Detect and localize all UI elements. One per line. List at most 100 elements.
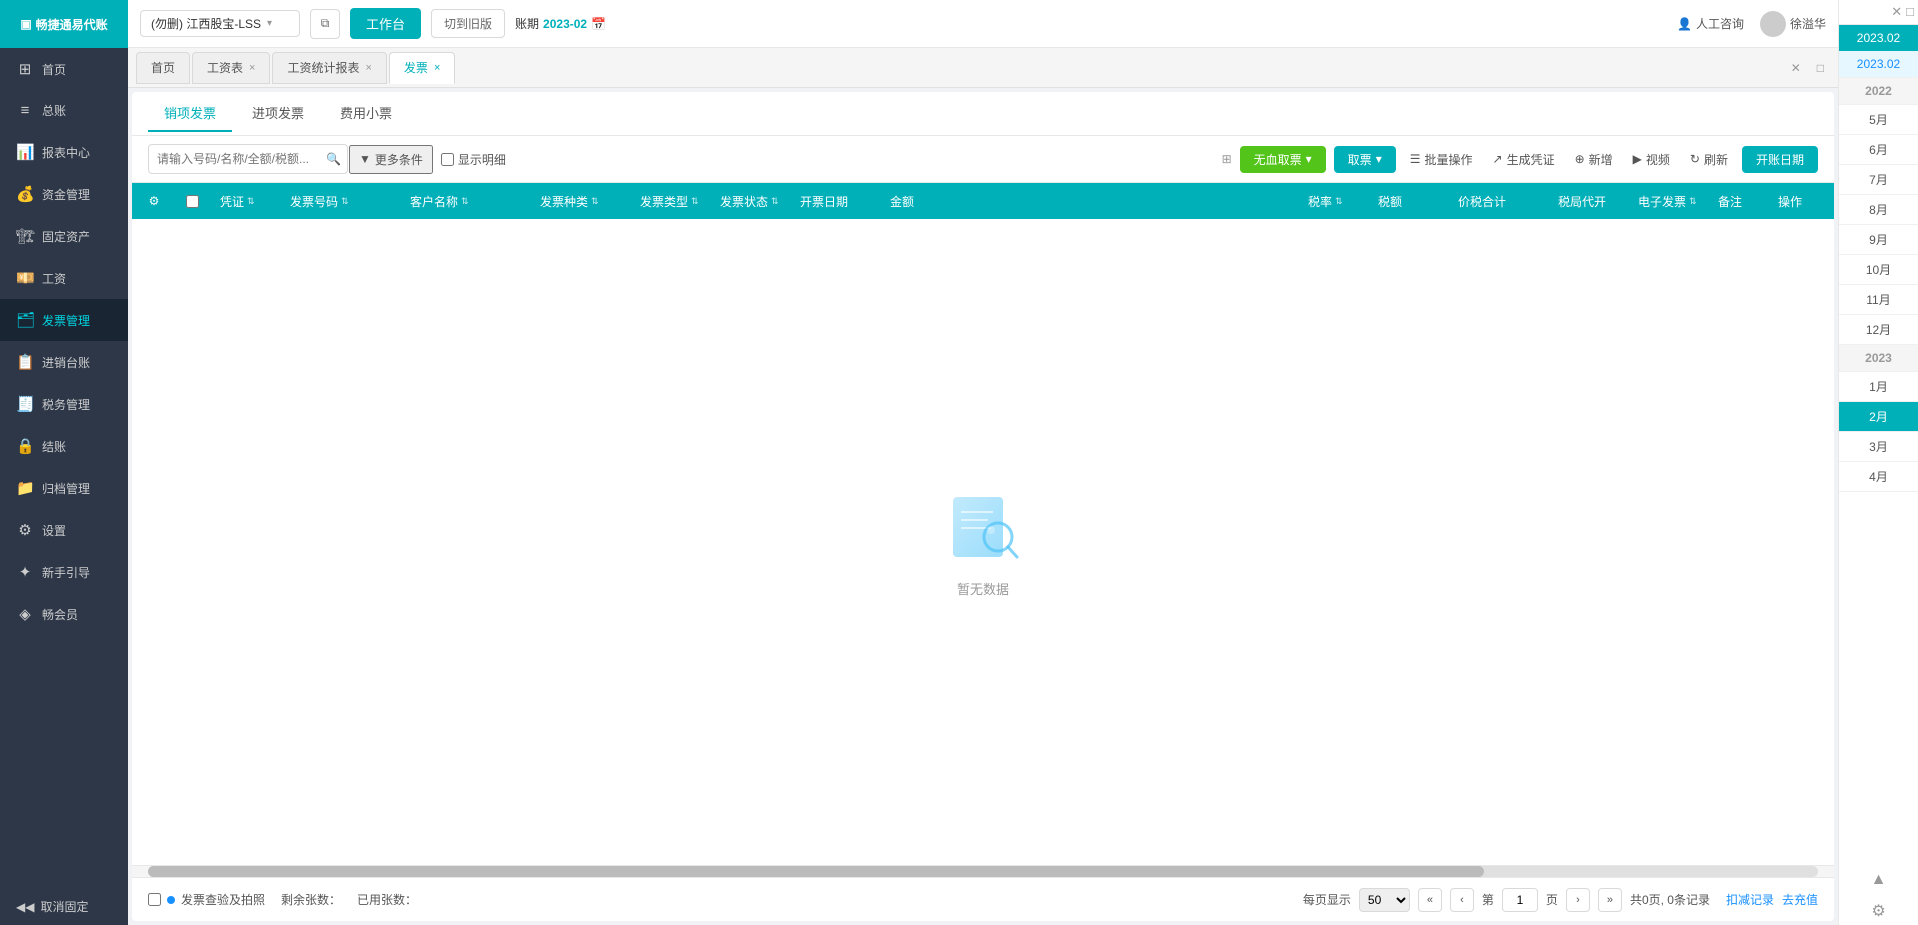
last-page-btn[interactable]: » — [1598, 888, 1622, 912]
th-remark[interactable]: 备注 — [1710, 187, 1770, 216]
tab-close-icon[interactable]: × — [249, 62, 255, 74]
sort-icon: ⇅ — [1689, 196, 1697, 207]
service-btn[interactable]: 👤 人工咨询 — [1677, 15, 1744, 32]
sidebar-item-ledger[interactable]: ≡ 总账 — [0, 90, 128, 131]
recharge-link[interactable]: 去充值 — [1782, 891, 1818, 908]
period-2022-07[interactable]: 7月 — [1839, 165, 1918, 195]
tab-bar-close-icon[interactable]: ✕ — [1785, 61, 1807, 75]
select-all-checkbox[interactable] — [186, 195, 199, 208]
search-input[interactable] — [148, 144, 348, 174]
sidebar-item-invoice-mgmt[interactable]: 🗂 发票管理 — [0, 299, 128, 341]
sidebar-item-tax[interactable]: 🧾 税务管理 — [0, 383, 128, 425]
period-2022-08[interactable]: 8月 — [1839, 195, 1918, 225]
sidebar-item-payroll[interactable]: 💴 工资 — [0, 257, 128, 299]
sidebar-item-assets[interactable]: 🏗 固定资产 — [0, 215, 128, 257]
th-voucher[interactable]: 凭证 ⇅ — [212, 187, 282, 216]
th-tax-code[interactable]: 税局代开 — [1550, 187, 1630, 216]
period-2022-11[interactable]: 11月 — [1839, 285, 1918, 315]
right-panel-close-icon[interactable]: ✕ — [1891, 4, 1902, 20]
tab-bar-expand-icon[interactable]: □ — [1811, 61, 1830, 75]
th-total[interactable]: 价税合计 — [1450, 187, 1550, 216]
period-2023-01[interactable]: 1月 — [1839, 372, 1918, 402]
sub-tab-expense-receipt[interactable]: 费用小票 — [324, 95, 408, 132]
sidebar-item-reports[interactable]: 📊 报表中心 — [0, 131, 128, 173]
period-2022-05[interactable]: 5月 — [1839, 105, 1918, 135]
period-2022-06[interactable]: 6月 — [1839, 135, 1918, 165]
th-action[interactable]: 操作 — [1770, 187, 1830, 216]
tab-invoice[interactable]: 发票 × — [389, 52, 455, 84]
first-page-btn[interactable]: « — [1418, 888, 1442, 912]
tab-payroll-table[interactable]: 工资表 × — [192, 52, 270, 84]
sidebar-item-closing[interactable]: 🔒 结账 — [0, 425, 128, 467]
take-ticket-button[interactable]: 取票 ▾ — [1334, 146, 1396, 173]
period-2023-03[interactable]: 3月 — [1839, 432, 1918, 462]
new-button[interactable]: ⊕ 新增 — [1569, 146, 1619, 173]
video-button[interactable]: ▶ 视频 — [1627, 146, 1676, 173]
user-btn[interactable]: 徐溢华 — [1760, 11, 1826, 37]
th-checkbox[interactable] — [172, 189, 212, 214]
th-invoice-no[interactable]: 发票号码 ⇅ — [282, 187, 402, 216]
sub-tab-sales-invoice[interactable]: 销项发票 — [148, 95, 232, 132]
search-icon[interactable]: 🔍 — [326, 152, 341, 166]
sidebar-item-label: 报表中心 — [42, 144, 90, 161]
sidebar-item-settings[interactable]: ⚙ 设置 — [0, 509, 128, 551]
next-page-btn[interactable]: › — [1566, 888, 1590, 912]
page-size-select[interactable]: 50 100 200 — [1359, 888, 1410, 912]
period-header-row1[interactable]: 2023.02 — [1839, 25, 1918, 51]
funds-icon: 💰 — [16, 185, 34, 203]
sidebar-item-member[interactable]: ◈ 畅会员 — [0, 593, 128, 635]
th-status[interactable]: 发票状态 ⇅ — [712, 187, 792, 216]
sidebar-unpin-btn[interactable]: ◀◀ 取消固定 — [0, 888, 128, 925]
th-tax[interactable]: 税额 — [1370, 187, 1450, 216]
sidebar-item-home[interactable]: ⊞ 首页 — [0, 48, 128, 90]
scrollbar-thumb[interactable] — [148, 866, 1484, 877]
th-amount[interactable]: 金额 — [882, 187, 1300, 216]
scroll-area[interactable] — [132, 865, 1834, 877]
period-2023-04[interactable]: 4月 — [1839, 462, 1918, 492]
add-record-link[interactable]: 扣减记录 — [1726, 891, 1774, 908]
invoice-check-checkbox[interactable] — [148, 893, 161, 906]
show-detail-checkbox[interactable]: 显示明细 — [441, 151, 506, 168]
period-2022-10[interactable]: 10月 — [1839, 255, 1918, 285]
th-e-invoice[interactable]: 电子发票 ⇅ — [1630, 187, 1710, 216]
prev-page-btn[interactable]: ‹ — [1450, 888, 1474, 912]
company-selector[interactable]: (勿删) 江西股宝-LSS ▾ — [140, 10, 300, 37]
app-logo: ▣ 畅捷通易代账 — [0, 0, 128, 48]
period-2022-12[interactable]: 12月 — [1839, 315, 1918, 345]
th-invoice-type[interactable]: 发票种类 ⇅ — [532, 187, 632, 216]
sidebar-item-funds[interactable]: 💰 资金管理 — [0, 173, 128, 215]
th-tax-rate[interactable]: 税率 ⇅ — [1300, 187, 1370, 216]
sidebar-item-archive[interactable]: 📁 归档管理 — [0, 467, 128, 509]
right-panel-up-icon[interactable]: ▲ — [1871, 871, 1887, 889]
copy-button[interactable]: ⧉ — [310, 9, 340, 39]
open-period-button[interactable]: 开账日期 — [1742, 146, 1818, 173]
tab-payroll-stats[interactable]: 工资统计报表 × — [272, 52, 386, 84]
batch-ops-icon: ☰ — [1410, 152, 1421, 166]
sidebar-item-sales-ledger[interactable]: 📋 进销台账 — [0, 341, 128, 383]
period-2022-09[interactable]: 9月 — [1839, 225, 1918, 255]
generate-voucher-button[interactable]: ↗ 生成凭证 — [1487, 146, 1561, 173]
period-header-row2[interactable]: 2023.02 — [1839, 51, 1918, 78]
footer-invoice-check[interactable]: 发票查验及拍照 — [148, 891, 265, 908]
sort-icon: ⇅ — [1335, 196, 1343, 207]
th-date[interactable]: 开票日期 — [792, 187, 882, 216]
th-customer[interactable]: 客户名称 ⇅ — [402, 187, 532, 216]
tab-close-icon[interactable]: × — [434, 62, 440, 74]
sidebar-item-guide[interactable]: ✦ 新手引导 — [0, 551, 128, 593]
sub-tab-purchase-invoice[interactable]: 进项发票 — [236, 95, 320, 132]
th-invoice-kind[interactable]: 发票类型 ⇅ — [632, 187, 712, 216]
filter-button[interactable]: ▼ 更多条件 — [349, 145, 433, 174]
page-input[interactable] — [1502, 888, 1538, 912]
period-2023-02[interactable]: 2月 — [1839, 402, 1918, 432]
right-panel-expand-icon[interactable]: □ — [1906, 4, 1914, 20]
tab-home[interactable]: 首页 — [136, 52, 190, 84]
tab-close-icon[interactable]: × — [365, 62, 371, 74]
workspace-button[interactable]: 工作台 — [350, 8, 421, 39]
right-panel-settings-icon[interactable]: ⚙ — [1871, 901, 1885, 921]
no-cancel-button[interactable]: 无血取票 ▾ — [1240, 146, 1326, 173]
refresh-button[interactable]: ↻ 刷新 — [1684, 146, 1734, 173]
period-calendar-icon[interactable]: 📅 — [591, 17, 606, 31]
show-detail-input[interactable] — [441, 153, 454, 166]
switch-version-button[interactable]: 切到旧版 — [431, 9, 505, 38]
batch-ops-button[interactable]: ☰ 批量操作 — [1404, 146, 1479, 173]
